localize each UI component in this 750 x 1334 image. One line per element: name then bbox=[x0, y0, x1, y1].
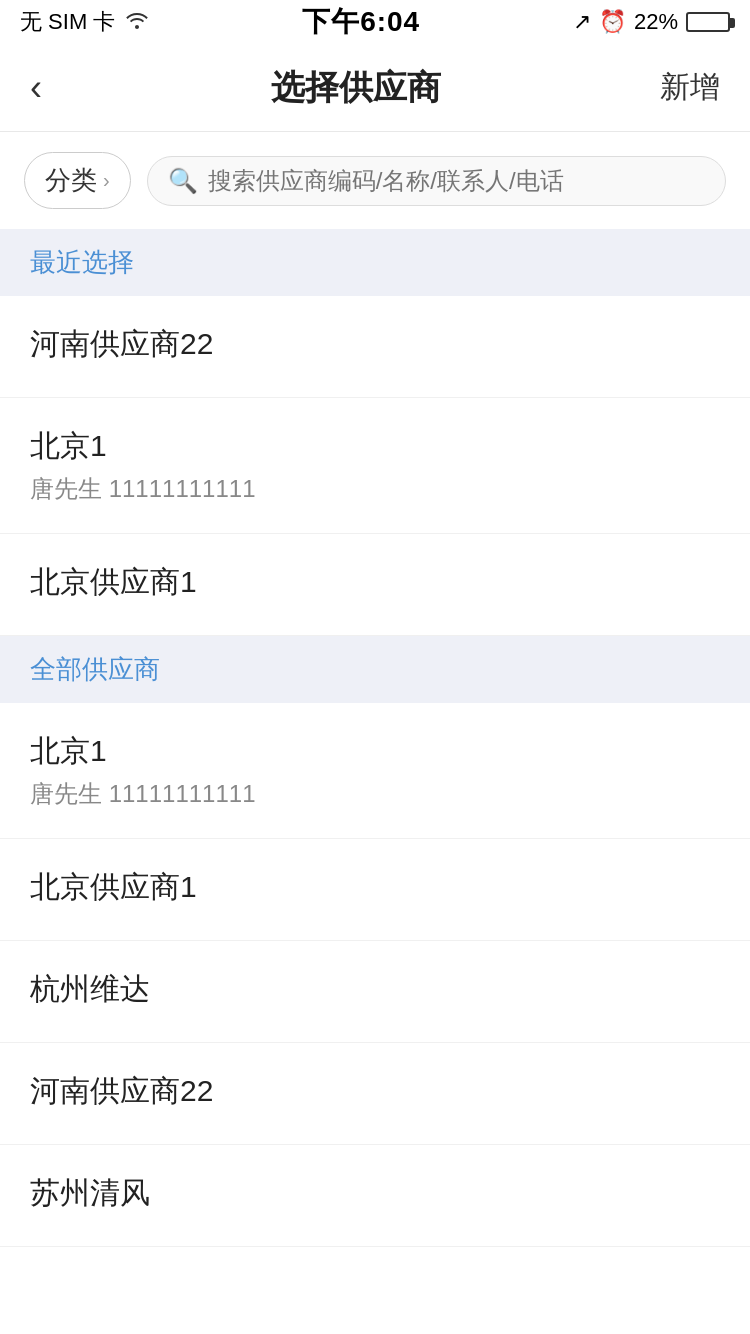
supplier-name: 河南供应商22 bbox=[30, 324, 720, 365]
supplier-list: 最近选择河南供应商22 北京1 唐先生 11111111111 北京供应商1 全部供应商… bbox=[0, 229, 750, 1247]
list-item[interactable]: 北京供应商1 bbox=[0, 839, 750, 941]
status-right: ↗ ⏰ 22% bbox=[573, 9, 730, 35]
list-item[interactable]: 河南供应商22 bbox=[0, 1043, 750, 1145]
search-box: 🔍 bbox=[147, 156, 726, 206]
search-icon: 🔍 bbox=[168, 167, 198, 195]
category-label: 分类 bbox=[45, 163, 97, 198]
supplier-contact: 唐先生 11111111111 bbox=[30, 473, 720, 505]
page-title: 选择供应商 bbox=[271, 65, 441, 111]
nav-bar: ‹ 选择供应商 新增 bbox=[0, 44, 750, 132]
supplier-name: 河南供应商22 bbox=[30, 1071, 720, 1112]
supplier-name: 北京供应商1 bbox=[30, 562, 720, 603]
status-time: 下午6:04 bbox=[302, 3, 420, 41]
location-icon: ↗ bbox=[573, 9, 591, 35]
supplier-contact: 唐先生 11111111111 bbox=[30, 778, 720, 810]
battery-icon bbox=[686, 12, 730, 32]
section-header-all: 全部供应商 bbox=[0, 636, 750, 703]
list-item[interactable]: 杭州维达 bbox=[0, 941, 750, 1043]
list-item[interactable]: 北京供应商1 bbox=[0, 534, 750, 636]
supplier-name: 北京供应商1 bbox=[30, 867, 720, 908]
filter-bar: 分类 › 🔍 bbox=[0, 132, 750, 229]
list-item[interactable]: 苏州清风 bbox=[0, 1145, 750, 1247]
list-item[interactable]: 河南供应商22 bbox=[0, 296, 750, 398]
status-left: 无 SIM 卡 bbox=[20, 7, 149, 37]
search-input[interactable] bbox=[208, 167, 705, 195]
wifi-icon bbox=[125, 9, 149, 35]
status-bar: 无 SIM 卡 下午6:04 ↗ ⏰ 22% bbox=[0, 0, 750, 44]
list-item[interactable]: 北京1 唐先生 11111111111 bbox=[0, 398, 750, 534]
back-button[interactable]: ‹ bbox=[20, 57, 52, 119]
supplier-name: 苏州清风 bbox=[30, 1173, 720, 1214]
section-header-recent: 最近选择 bbox=[0, 229, 750, 296]
no-sim-label: 无 SIM 卡 bbox=[20, 7, 115, 37]
supplier-name: 杭州维达 bbox=[30, 969, 720, 1010]
alarm-icon: ⏰ bbox=[599, 9, 626, 35]
category-button[interactable]: 分类 › bbox=[24, 152, 131, 209]
supplier-name: 北京1 bbox=[30, 731, 720, 772]
add-button[interactable]: 新增 bbox=[660, 67, 720, 108]
list-item[interactable]: 北京1 唐先生 11111111111 bbox=[0, 703, 750, 839]
supplier-name: 北京1 bbox=[30, 426, 720, 467]
battery-percent: 22% bbox=[634, 9, 678, 35]
chevron-right-icon: › bbox=[103, 169, 110, 192]
